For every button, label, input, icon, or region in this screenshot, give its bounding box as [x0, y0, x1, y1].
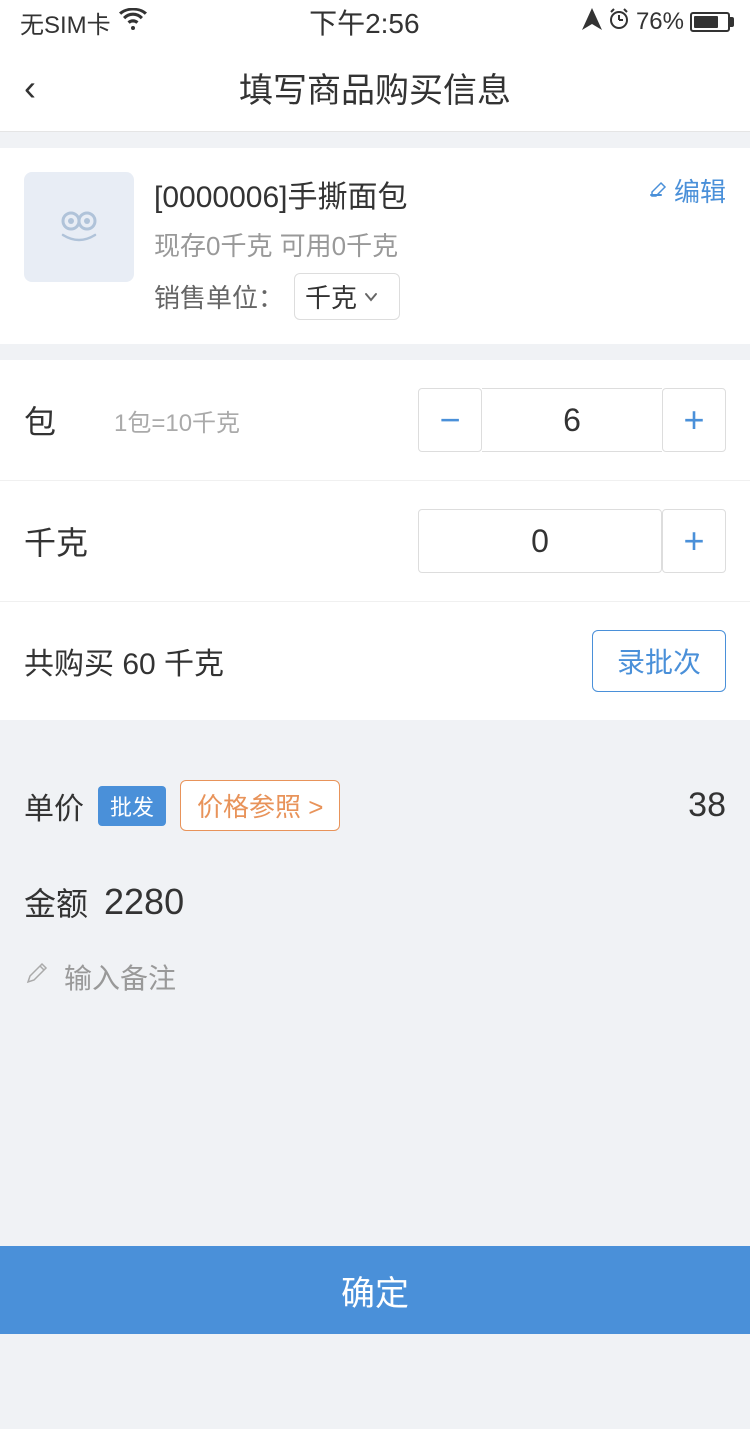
- separator: [0, 720, 750, 736]
- batch-button[interactable]: 录批次: [592, 630, 726, 692]
- unit-selector[interactable]: 千克: [294, 273, 400, 320]
- status-left: 无SIM卡: [20, 5, 147, 40]
- status-bar: 无SIM卡 下午2:56 76%: [0, 0, 750, 44]
- battery-percent: 76%: [636, 8, 684, 36]
- price-section: 单价 批发 价格参照 > 38: [0, 752, 750, 859]
- price-label: 单价: [24, 784, 84, 828]
- increment-bao-button[interactable]: +: [662, 388, 726, 452]
- remark-placeholder: 输入备注: [64, 957, 176, 997]
- price-badge: 批发: [98, 786, 166, 826]
- confirm-button[interactable]: 确定: [0, 1246, 750, 1334]
- status-time: 下午2:56: [309, 2, 420, 42]
- amount-section: 金额 2280 输入备注: [0, 859, 750, 1021]
- amount-row: 金额 2280: [24, 879, 726, 941]
- unit-label: 销售单位：: [154, 278, 284, 315]
- amount-value: 2280: [104, 881, 184, 923]
- gps-icon: [582, 8, 602, 37]
- price-row: 单价 批发 价格参照 > 38: [24, 780, 726, 831]
- product-logo-icon: [49, 197, 109, 257]
- decrement-bao-button[interactable]: −: [418, 388, 482, 452]
- edit-icon: [648, 180, 670, 202]
- product-thumbnail: [24, 172, 134, 282]
- summary-text: 共购买 60 千克: [24, 639, 224, 683]
- chevron-down-icon: [363, 289, 379, 305]
- summary-section: 共购买 60 千克 录批次: [0, 602, 750, 720]
- product-stock: 现存0千克 可用0千克: [154, 226, 726, 263]
- quantity-section: 包 1包=10千克 − + 千克 +: [0, 360, 750, 602]
- battery-icon: [690, 12, 730, 32]
- pencil-icon: [24, 960, 52, 995]
- unit-bao-label: 包: [24, 397, 104, 443]
- edit-button[interactable]: 编辑: [648, 172, 726, 209]
- nav-bar: ‹ 填写商品购买信息: [0, 44, 750, 132]
- page-title: 填写商品购买信息: [239, 63, 511, 112]
- status-right: 76%: [582, 8, 730, 37]
- wifi-icon: [119, 8, 147, 37]
- product-section: [0000006]手撕面包 编辑 现存0千克 可用0千克 销售单位： 千克: [0, 148, 750, 344]
- unit-bao-hint: 1包=10千克: [114, 403, 418, 438]
- quantity-row-kg: 千克 +: [0, 481, 750, 602]
- product-unit-row: 销售单位： 千克: [154, 273, 726, 320]
- remark-row[interactable]: 输入备注: [24, 941, 726, 1021]
- product-name: [0000006]手撕面包: [154, 172, 407, 216]
- quantity-row-bao: 包 1包=10千克 − +: [0, 360, 750, 481]
- increment-kg-button[interactable]: +: [662, 509, 726, 573]
- unit-kg-label: 千克: [24, 518, 104, 564]
- back-button[interactable]: ‹: [24, 67, 36, 109]
- quantity-controls-bao: − +: [418, 388, 726, 452]
- price-reference-button[interactable]: 价格参照 >: [180, 780, 340, 831]
- quantity-bao-input[interactable]: [482, 388, 662, 452]
- product-info: [0000006]手撕面包 编辑 现存0千克 可用0千克 销售单位： 千克: [154, 172, 726, 320]
- price-value: 38: [688, 786, 726, 825]
- quantity-kg-input[interactable]: [418, 509, 662, 573]
- quantity-controls-kg: +: [418, 509, 726, 573]
- alarm-icon: [608, 8, 630, 37]
- amount-label: 金额: [24, 879, 88, 925]
- carrier-label: 无SIM卡: [20, 5, 111, 40]
